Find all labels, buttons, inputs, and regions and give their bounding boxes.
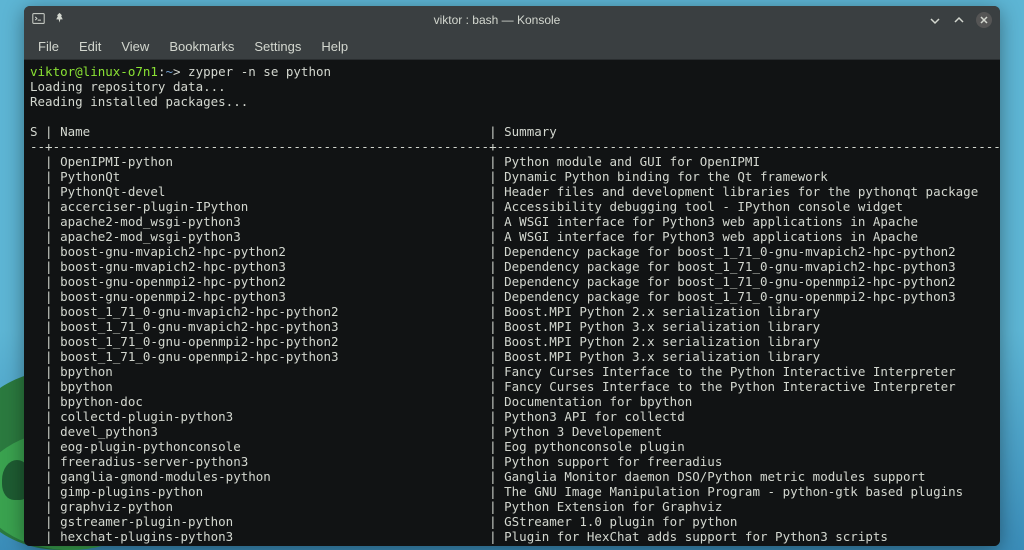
menu-file[interactable]: File (38, 39, 59, 54)
close-button[interactable] (976, 12, 992, 28)
menu-view[interactable]: View (121, 39, 149, 54)
window-title: viktor : bash — Konsole (66, 13, 928, 27)
pin-icon[interactable] (53, 12, 66, 28)
konsole-window: viktor : bash — Konsole File Edit View B… (24, 6, 1000, 546)
menu-edit[interactable]: Edit (79, 39, 101, 54)
minimize-button[interactable] (928, 13, 942, 27)
menu-settings[interactable]: Settings (254, 39, 301, 54)
maximize-button[interactable] (952, 13, 966, 27)
window-titlebar[interactable]: viktor : bash — Konsole (24, 6, 1000, 34)
terminal-output[interactable]: viktor@linux-o7n1:~> zypper -n se python… (24, 60, 1000, 546)
menu-help[interactable]: Help (321, 39, 348, 54)
menu-bookmarks[interactable]: Bookmarks (169, 39, 234, 54)
menubar: File Edit View Bookmarks Settings Help (24, 34, 1000, 60)
app-icon (32, 12, 45, 28)
